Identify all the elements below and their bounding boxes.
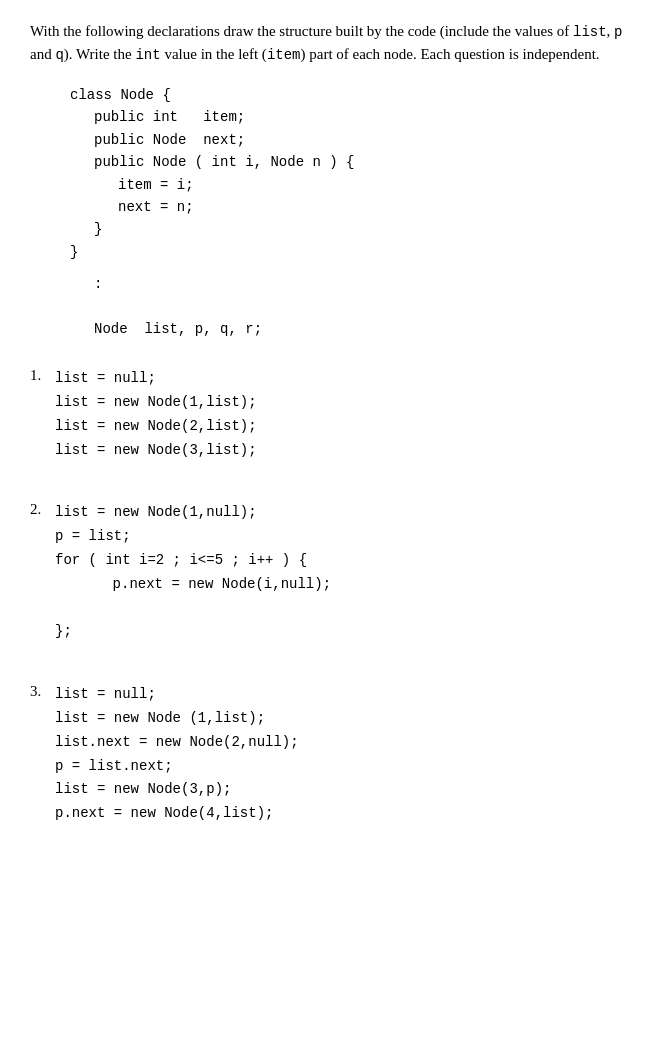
q2-line3: for ( int i=2 ; i<=5 ; i++ ) { xyxy=(55,552,307,568)
intro-code-q: q xyxy=(55,47,63,63)
q1-line4: list = new Node(3,list); xyxy=(55,442,257,458)
question-1-number: 1. xyxy=(30,367,55,384)
class-definition: class Node { public int item; public Nod… xyxy=(70,84,623,263)
intro-paragraph: With the following declarations draw the… xyxy=(30,20,623,66)
intro-code-item: item xyxy=(267,47,301,63)
code-line-constructor: public Node ( int i, Node n ) { xyxy=(94,151,623,173)
q2-line2: p = list; xyxy=(55,528,131,544)
intro-code-int: int xyxy=(135,47,160,63)
question-3-code: list = null; list = new Node (1,list); l… xyxy=(55,683,299,826)
code-line-item-assign: item = i; xyxy=(118,174,623,196)
question-1: 1. list = null; list = new Node(1,list);… xyxy=(30,367,623,462)
code-line-close-inner: } xyxy=(94,218,623,240)
code-line-next-assign: next = n; xyxy=(118,196,623,218)
question-2-code: list = new Node(1,null); p = list; for (… xyxy=(55,501,331,644)
code-line-item: public int item; xyxy=(94,106,623,128)
intro-code-p: p xyxy=(614,24,622,40)
question-1-code: list = null; list = new Node(1,list); li… xyxy=(55,367,257,462)
code-separator-section: : Node list, p, q, r; xyxy=(70,273,623,340)
question-3: 3. list = null; list = new Node (1,list)… xyxy=(30,683,623,826)
q3-line6: p.next = new Node(4,list); xyxy=(55,805,273,821)
code-line-next: public Node next; xyxy=(94,129,623,151)
code-line-class: class Node { xyxy=(70,84,623,106)
code-colon: : xyxy=(94,273,623,295)
q3-line3: list.next = new Node(2,null); xyxy=(55,734,299,750)
q3-line2: list = new Node (1,list); xyxy=(55,710,265,726)
q2-line4: p.next = new Node(i,null); xyxy=(79,573,331,597)
code-line-close-class: } xyxy=(70,241,623,263)
q2-line5: }; xyxy=(55,623,72,639)
q1-line2: list = new Node(1,list); xyxy=(55,394,257,410)
intro-code-list: list xyxy=(573,24,607,40)
question-2-number: 2. xyxy=(30,501,55,518)
code-node-decl: Node list, p, q, r; xyxy=(94,318,623,340)
q1-line1: list = null; xyxy=(55,370,156,386)
question-2: 2. list = new Node(1,null); p = list; fo… xyxy=(30,501,623,644)
question-3-number: 3. xyxy=(30,683,55,700)
q1-line3: list = new Node(2,list); xyxy=(55,418,257,434)
q3-line4: p = list.next; xyxy=(55,758,173,774)
q3-line1: list = null; xyxy=(55,686,156,702)
q2-line1: list = new Node(1,null); xyxy=(55,504,257,520)
q3-line5: list = new Node(3,p); xyxy=(55,781,231,797)
